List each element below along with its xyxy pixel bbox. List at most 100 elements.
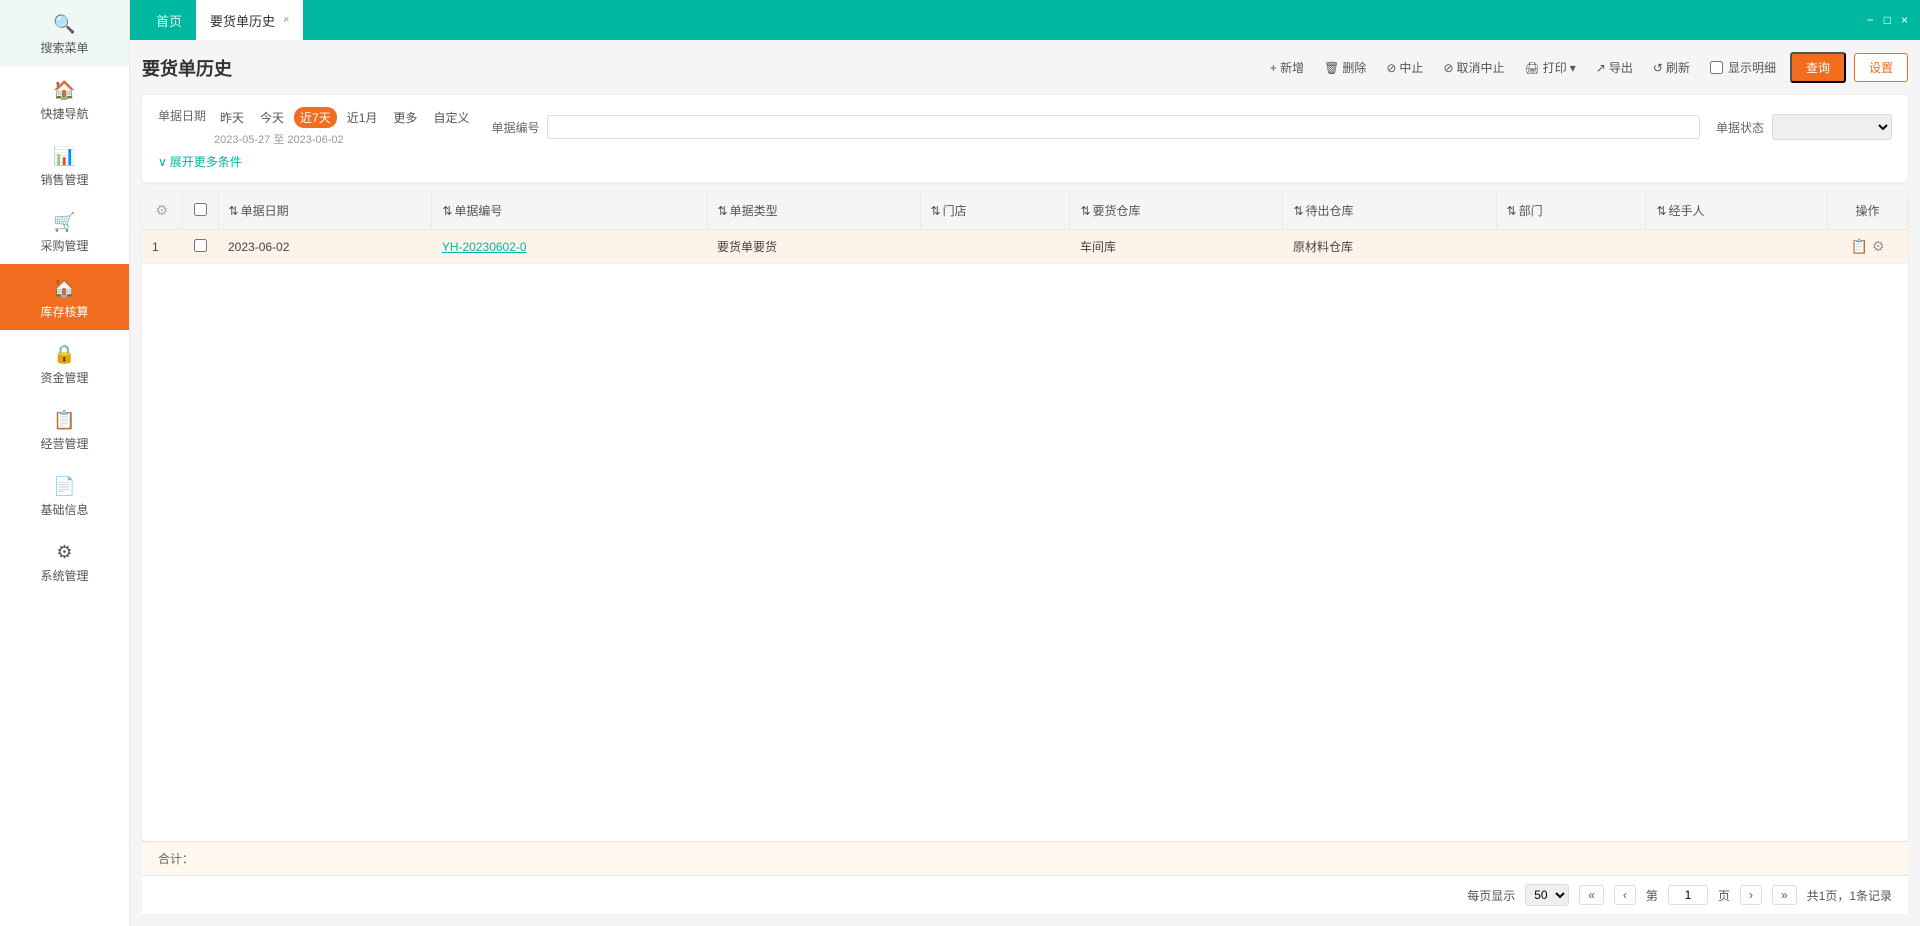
refresh-icon: ↺	[1653, 61, 1663, 75]
next-page-button[interactable]: ›	[1740, 885, 1762, 905]
date-1month-btn[interactable]: 近1月	[341, 107, 384, 128]
sales-icon: 📊	[53, 146, 75, 167]
col-department: ⇅ 部门	[1496, 192, 1646, 230]
date-range-text: 2023-05-27 至 2023-06-02	[214, 131, 475, 147]
display-detail-checkbox[interactable]	[1710, 61, 1723, 74]
first-page-button[interactable]: «	[1579, 885, 1604, 905]
table-container: ⚙ ⇅ 单据日期 ⇅	[142, 192, 1908, 841]
date-custom-btn[interactable]: 自定义	[427, 107, 475, 128]
tab-active[interactable]: 要货单历史 ×	[196, 0, 303, 40]
sidebar-item-system[interactable]: ⚙ 系统管理	[0, 528, 129, 594]
date-buttons: 昨天 今天 近7天 近1月 更多 自定义	[214, 107, 475, 128]
more-action-icon[interactable]: ⚙	[1872, 238, 1885, 255]
col-type: ⇅ 单据类型	[707, 192, 920, 230]
refresh-button[interactable]: ↺ 刷新	[1647, 55, 1696, 80]
suspend-icon: ⊘	[1386, 61, 1396, 75]
row-checkbox-cell	[182, 230, 218, 264]
col-handler: ⇅ 经手人	[1646, 192, 1828, 230]
doc-number-label: 单据编号	[491, 119, 539, 136]
search-menu-icon: 🔍	[53, 14, 75, 35]
date-yesterday-btn[interactable]: 昨天	[214, 107, 250, 128]
export-button[interactable]: ↗ 导出	[1590, 55, 1639, 80]
page-number-input[interactable]	[1668, 885, 1708, 905]
sidebar-item-quick-nav[interactable]: 🏠 快捷导航	[0, 66, 129, 132]
table-header-row: ⚙ ⇅ 单据日期 ⇅	[142, 192, 1908, 230]
print-button[interactable]: 🖨 打印 ▾	[1519, 55, 1582, 80]
select-all-checkbox[interactable]	[194, 203, 207, 216]
date-7days-btn[interactable]: 近7天	[294, 107, 337, 128]
row-department	[1496, 230, 1646, 264]
cancel-suspend-button[interactable]: ⊘ 取消中止	[1437, 55, 1510, 80]
col-settings: ⚙	[142, 192, 182, 230]
pagination-bar: 每页显示 50 « ‹ 第 页 › » 共1页，1条记录	[142, 875, 1908, 914]
cancel-suspend-icon: ⊘	[1443, 61, 1453, 75]
sidebar-item-search-menu[interactable]: 🔍 搜索菜单	[0, 0, 129, 66]
operation-icon: 📋	[53, 410, 75, 431]
suspend-button[interactable]: ⊘ 中止	[1380, 55, 1429, 80]
doc-status-select[interactable]	[1772, 114, 1892, 140]
inventory-icon: 🏠	[53, 278, 75, 299]
restore-button[interactable]: □	[1884, 13, 1891, 27]
expand-filter-button[interactable]: ∨ 展开更多条件	[158, 153, 1892, 170]
table-body: 1 2023-06-02 YH-20230602-0 要货单要货 车间库 原材料…	[142, 230, 1908, 264]
date-filter-options: 昨天 今天 近7天 近1月 更多 自定义 2023-05-27 至 2023-0…	[214, 107, 475, 147]
top-right-controls: − □ ×	[1867, 13, 1908, 27]
col-pending-warehouse: ⇅ 待出仓库	[1283, 192, 1496, 230]
col-checkbox	[182, 192, 218, 230]
col-req-warehouse: ⇅ 要货仓库	[1070, 192, 1283, 230]
column-settings-icon[interactable]: ⚙	[155, 202, 168, 218]
action-icons-group: 📋 ⚙	[1838, 238, 1898, 255]
edit-action-icon[interactable]: 📋	[1851, 238, 1868, 255]
sidebar-item-inventory[interactable]: 🏠 库存核算	[0, 264, 129, 330]
col-number: ⇅ 单据编号	[432, 192, 707, 230]
row-type: 要货单要货	[707, 230, 920, 264]
per-page-select[interactable]: 50	[1525, 884, 1569, 906]
sidebar-item-sales[interactable]: 📊 销售管理	[0, 132, 129, 198]
col-store: ⇅ 门店	[920, 192, 1070, 230]
doc-number-input[interactable]	[547, 115, 1700, 139]
sidebar-item-basic-info[interactable]: 📄 基础信息	[0, 462, 129, 528]
minimize-button[interactable]: −	[1867, 13, 1874, 27]
row-number: YH-20230602-0	[432, 230, 707, 264]
doc-status-filter-group: 单据状态	[1716, 114, 1892, 140]
page-label: 第	[1646, 887, 1658, 904]
prev-page-button[interactable]: ‹	[1614, 885, 1636, 905]
print-icon: 🖨	[1525, 61, 1540, 75]
delete-button[interactable]: 🗑 删除	[1318, 55, 1372, 80]
close-window-button[interactable]: ×	[1901, 13, 1908, 27]
date-filter-label: 单据日期	[158, 107, 206, 124]
finance-icon: 🔒	[53, 344, 75, 365]
col-date: ⇅ 单据日期	[218, 192, 432, 230]
filter-bar: 单据日期 昨天 今天 近7天 近1月 更多 自定义 2023-05-27 至 2…	[142, 95, 1908, 182]
doc-number-filter-group: 单据编号	[491, 115, 1700, 139]
system-icon: ⚙	[56, 542, 72, 563]
col-action: 操作	[1828, 192, 1908, 230]
query-button[interactable]: 查询	[1790, 52, 1846, 83]
basic-info-icon: 📄	[53, 476, 75, 497]
display-detail-button[interactable]: 显示明细	[1704, 55, 1782, 80]
date-more-btn[interactable]: 更多	[387, 107, 423, 128]
row-handler	[1646, 230, 1828, 264]
tab-home[interactable]: 首页	[142, 0, 196, 40]
sidebar-item-purchase[interactable]: 🛒 采购管理	[0, 198, 129, 264]
summary-bar: 合计：	[142, 841, 1908, 875]
delete-icon: 🗑	[1324, 61, 1339, 75]
sidebar-item-finance[interactable]: 🔒 资金管理	[0, 330, 129, 396]
sidebar-item-operation[interactable]: 📋 经营管理	[0, 396, 129, 462]
date-today-btn[interactable]: 今天	[254, 107, 290, 128]
settings-button[interactable]: 设置	[1854, 53, 1908, 82]
table-row[interactable]: 1 2023-06-02 YH-20230602-0 要货单要货 车间库 原材料…	[142, 230, 1908, 264]
row-req-warehouse: 车间库	[1070, 230, 1283, 264]
top-bar: 首页 要货单历史 × − □ ×	[130, 0, 1920, 40]
sidebar: 🔍 搜索菜单 🏠 快捷导航 📊 销售管理 🛒 采购管理 🏠 库存核算 🔒 资金管…	[0, 0, 130, 926]
new-button[interactable]: + 新增	[1264, 55, 1310, 80]
row-checkbox[interactable]	[194, 239, 207, 252]
toolbar: + 新增 🗑 删除 ⊘ 中止 ⊘ 取消中止 🖨 打印 ▾	[1264, 52, 1908, 83]
page-title: 要货单历史	[142, 55, 232, 81]
data-table: ⚙ ⇅ 单据日期 ⇅	[142, 192, 1908, 264]
quick-nav-icon: 🏠	[53, 80, 75, 101]
row-number-link[interactable]: YH-20230602-0	[442, 240, 527, 254]
tab-close-icon[interactable]: ×	[283, 14, 289, 26]
content-area: 要货单历史 + 新增 🗑 删除 ⊘ 中止 ⊘ 取消中止 🖨 打印	[130, 40, 1920, 926]
last-page-button[interactable]: »	[1772, 885, 1797, 905]
